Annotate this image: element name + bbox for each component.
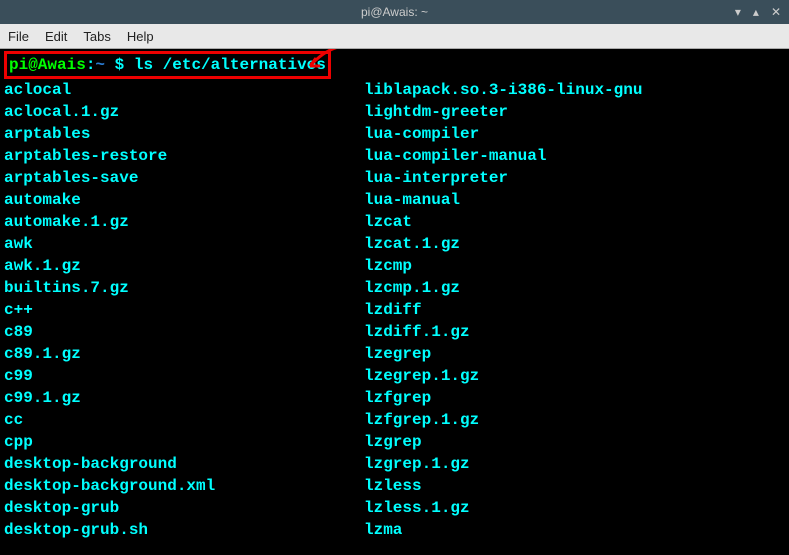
list-item: lzegrep — [364, 343, 642, 365]
list-item: c99 — [4, 365, 364, 387]
list-item: lua-interpreter — [364, 167, 642, 189]
terminal[interactable]: pi@Awais:~ $ ls /etc/alternatives acloca… — [0, 49, 789, 555]
menu-help[interactable]: Help — [127, 29, 154, 44]
list-item: lzcmp — [364, 255, 642, 277]
list-item: automake.1.gz — [4, 211, 364, 233]
list-item: lzdiff — [364, 299, 642, 321]
list-item: c++ — [4, 299, 364, 321]
menu-tabs[interactable]: Tabs — [83, 29, 110, 44]
list-item: lzfgrep — [364, 387, 642, 409]
menubar: File Edit Tabs Help — [0, 24, 789, 49]
list-item: lightdm-greeter — [364, 101, 642, 123]
list-item: lzcat — [364, 211, 642, 233]
menu-file[interactable]: File — [8, 29, 29, 44]
listing: aclocalaclocal.1.gzarptablesarptables-re… — [4, 79, 785, 541]
list-item: lzcmp.1.gz — [364, 277, 642, 299]
prompt-sigil: $ — [105, 56, 134, 74]
list-item: lzfgrep.1.gz — [364, 409, 642, 431]
list-item: lzgrep — [364, 431, 642, 453]
list-item: desktop-grub — [4, 497, 364, 519]
list-item: automake — [4, 189, 364, 211]
listing-col-1: aclocalaclocal.1.gzarptablesarptables-re… — [4, 79, 364, 541]
listing-col-2: liblapack.so.3-i386-linux-gnulightdm-gre… — [364, 79, 642, 541]
list-item: lua-compiler — [364, 123, 642, 145]
list-item: lzless.1.gz — [364, 497, 642, 519]
list-item: c99.1.gz — [4, 387, 364, 409]
list-item: lzdiff.1.gz — [364, 321, 642, 343]
prompt-line: pi@Awais:~ $ ls /etc/alternatives — [4, 51, 331, 79]
list-item: awk — [4, 233, 364, 255]
list-item: desktop-background.xml — [4, 475, 364, 497]
maximize-icon[interactable]: ▴ — [753, 5, 759, 19]
list-item: c89 — [4, 321, 364, 343]
list-item: desktop-background — [4, 453, 364, 475]
list-item: lzma — [364, 519, 642, 541]
close-icon[interactable]: ✕ — [771, 5, 781, 19]
prompt-command: ls /etc/alternatives — [134, 56, 326, 74]
prompt-userhost: pi@Awais — [9, 56, 86, 74]
list-item: awk.1.gz — [4, 255, 364, 277]
list-item: desktop-grub.sh — [4, 519, 364, 541]
minimize-icon[interactable]: ▾ — [735, 5, 741, 19]
list-item: arptables-restore — [4, 145, 364, 167]
list-item: aclocal — [4, 79, 364, 101]
list-item: lzgrep.1.gz — [364, 453, 642, 475]
window-controls: ▾ ▴ ✕ — [735, 5, 781, 19]
list-item: builtins.7.gz — [4, 277, 364, 299]
list-item: lua-compiler-manual — [364, 145, 642, 167]
list-item: lzegrep.1.gz — [364, 365, 642, 387]
list-item: lzless — [364, 475, 642, 497]
list-item: cc — [4, 409, 364, 431]
prompt-cwd: ~ — [95, 56, 105, 74]
prompt-separator: : — [86, 56, 96, 74]
titlebar[interactable]: pi@Awais: ~ ▾ ▴ ✕ — [0, 0, 789, 24]
list-item: lzcat.1.gz — [364, 233, 642, 255]
list-item: aclocal.1.gz — [4, 101, 364, 123]
list-item: cpp — [4, 431, 364, 453]
list-item: arptables — [4, 123, 364, 145]
list-item: c89.1.gz — [4, 343, 364, 365]
window-title: pi@Awais: ~ — [361, 5, 428, 19]
list-item: lua-manual — [364, 189, 642, 211]
list-item: liblapack.so.3-i386-linux-gnu — [364, 79, 642, 101]
menu-edit[interactable]: Edit — [45, 29, 67, 44]
list-item: arptables-save — [4, 167, 364, 189]
